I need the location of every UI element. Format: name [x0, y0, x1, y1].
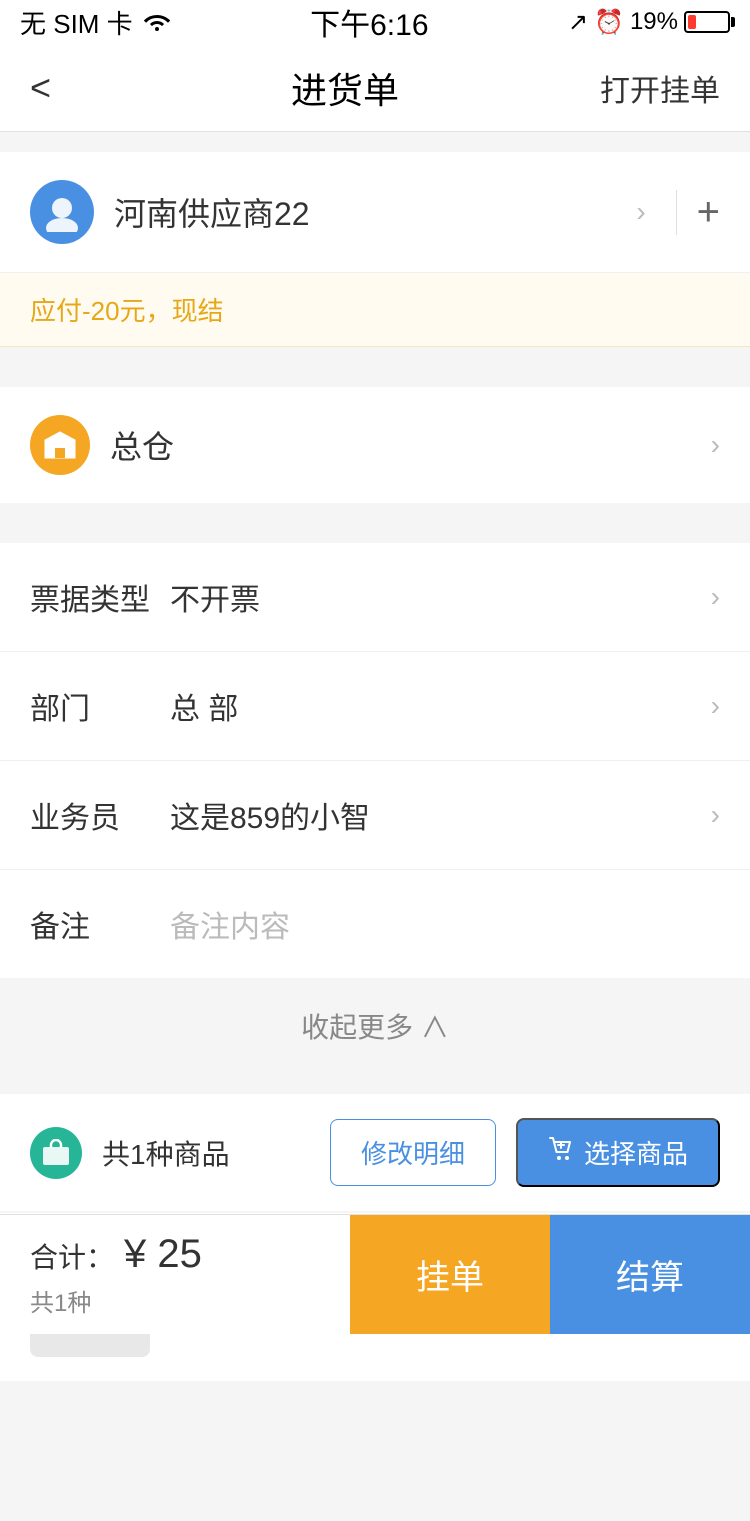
- divider-1: [0, 347, 750, 367]
- status-left: 无 SIM 卡: [20, 4, 171, 41]
- warehouse-name: 总仓: [110, 422, 711, 468]
- hang-label: 挂单: [416, 1250, 484, 1299]
- salesman-label: 业务员: [30, 793, 150, 837]
- bottom-bar: 合计： ¥ 25 共1种 挂单 结算: [0, 1214, 750, 1334]
- supplier-row: 河南供应商22 › +: [0, 152, 750, 273]
- salesman-chevron-icon: ›: [711, 799, 720, 831]
- total-label-row: 合计： ¥ 25: [30, 1232, 320, 1277]
- product-header-card: 共1种商品 修改明细 选择商品: [0, 1094, 750, 1211]
- warehouse-chevron-icon: ›: [711, 429, 720, 461]
- back-button[interactable]: <: [30, 67, 90, 109]
- invoice-chevron-icon: ›: [711, 581, 720, 613]
- warehouse-card[interactable]: 总仓 ›: [0, 387, 750, 503]
- warehouse-row[interactable]: 总仓 ›: [0, 387, 750, 503]
- battery-percent: 19%: [630, 8, 678, 36]
- total-count: 共1种: [30, 1283, 320, 1318]
- bottom-spacer: [0, 1381, 750, 1521]
- status-right: ↗ ⏰ 19%: [568, 8, 730, 37]
- settle-button[interactable]: 结算: [550, 1215, 750, 1334]
- select-product-button[interactable]: 选择商品: [516, 1118, 720, 1187]
- battery-icon: [684, 11, 730, 33]
- department-value: 总 部: [170, 684, 711, 728]
- status-bar: 无 SIM 卡 下午6:16 ↗ ⏰ 19%: [0, 0, 750, 44]
- remark-label: 备注: [30, 902, 150, 946]
- divider-2: [0, 503, 750, 523]
- page-title: 进货单: [291, 62, 399, 114]
- salesman-value: 这是859的小智: [170, 793, 711, 837]
- remark-input[interactable]: 备注内容: [170, 902, 720, 946]
- invoice-label: 票据类型: [30, 575, 150, 619]
- notice-bar: 应付-20元，现结: [0, 273, 750, 347]
- total-section: 合计： ¥ 25 共1种: [0, 1215, 350, 1334]
- status-time: 下午6:16: [310, 0, 428, 44]
- collapse-bar[interactable]: 收起更多 ∧: [0, 978, 750, 1074]
- department-row[interactable]: 部门 总 部 ›: [0, 652, 750, 761]
- select-product-label: 选择商品: [584, 1134, 688, 1171]
- product-header: 共1种商品 修改明细 选择商品: [0, 1094, 750, 1211]
- hang-button[interactable]: 挂单: [350, 1215, 550, 1334]
- supplier-name[interactable]: 河南供应商22: [114, 189, 636, 235]
- collapse-label: 收起更多 ∧: [301, 1012, 449, 1043]
- carrier-label: 无 SIM 卡: [20, 4, 133, 41]
- salesman-row[interactable]: 业务员 这是859的小智 ›: [0, 761, 750, 870]
- location-icon: ↗: [568, 8, 588, 37]
- supplier-card: 河南供应商22 › + 应付-20元，现结: [0, 152, 750, 347]
- notice-text: 应付-20元，现结: [30, 296, 224, 326]
- settle-label: 结算: [616, 1250, 684, 1299]
- department-label: 部门: [30, 684, 150, 728]
- nav-bar: < 进货单 打开挂单: [0, 44, 750, 132]
- form-section: 票据类型 不开票 › 部门 总 部 › 业务员 这是859的小智 › 备注 备注…: [0, 543, 750, 978]
- product-count-label: 共1种商品: [102, 1133, 310, 1173]
- total-amount: ¥ 25: [124, 1232, 202, 1277]
- supplier-chevron-icon: ›: [636, 196, 645, 228]
- department-chevron-icon: ›: [711, 690, 720, 722]
- add-supplier-button[interactable]: +: [676, 190, 720, 235]
- warehouse-icon: [30, 415, 90, 475]
- divider-3: [0, 1074, 750, 1094]
- remark-row[interactable]: 备注 备注内容: [0, 870, 750, 978]
- wifi-icon: [143, 7, 171, 38]
- alarm-icon: ⏰: [594, 8, 624, 37]
- top-divider: [0, 132, 750, 152]
- product-header-icon: [30, 1127, 82, 1179]
- total-prefix: 合计：: [30, 1236, 114, 1276]
- edit-detail-button[interactable]: 修改明细: [330, 1119, 496, 1186]
- invoice-row[interactable]: 票据类型 不开票 ›: [0, 543, 750, 652]
- supplier-avatar: [30, 180, 94, 244]
- open-hang-button[interactable]: 打开挂单: [600, 66, 720, 110]
- invoice-value: 不开票: [170, 575, 711, 619]
- cart-icon: [548, 1136, 574, 1169]
